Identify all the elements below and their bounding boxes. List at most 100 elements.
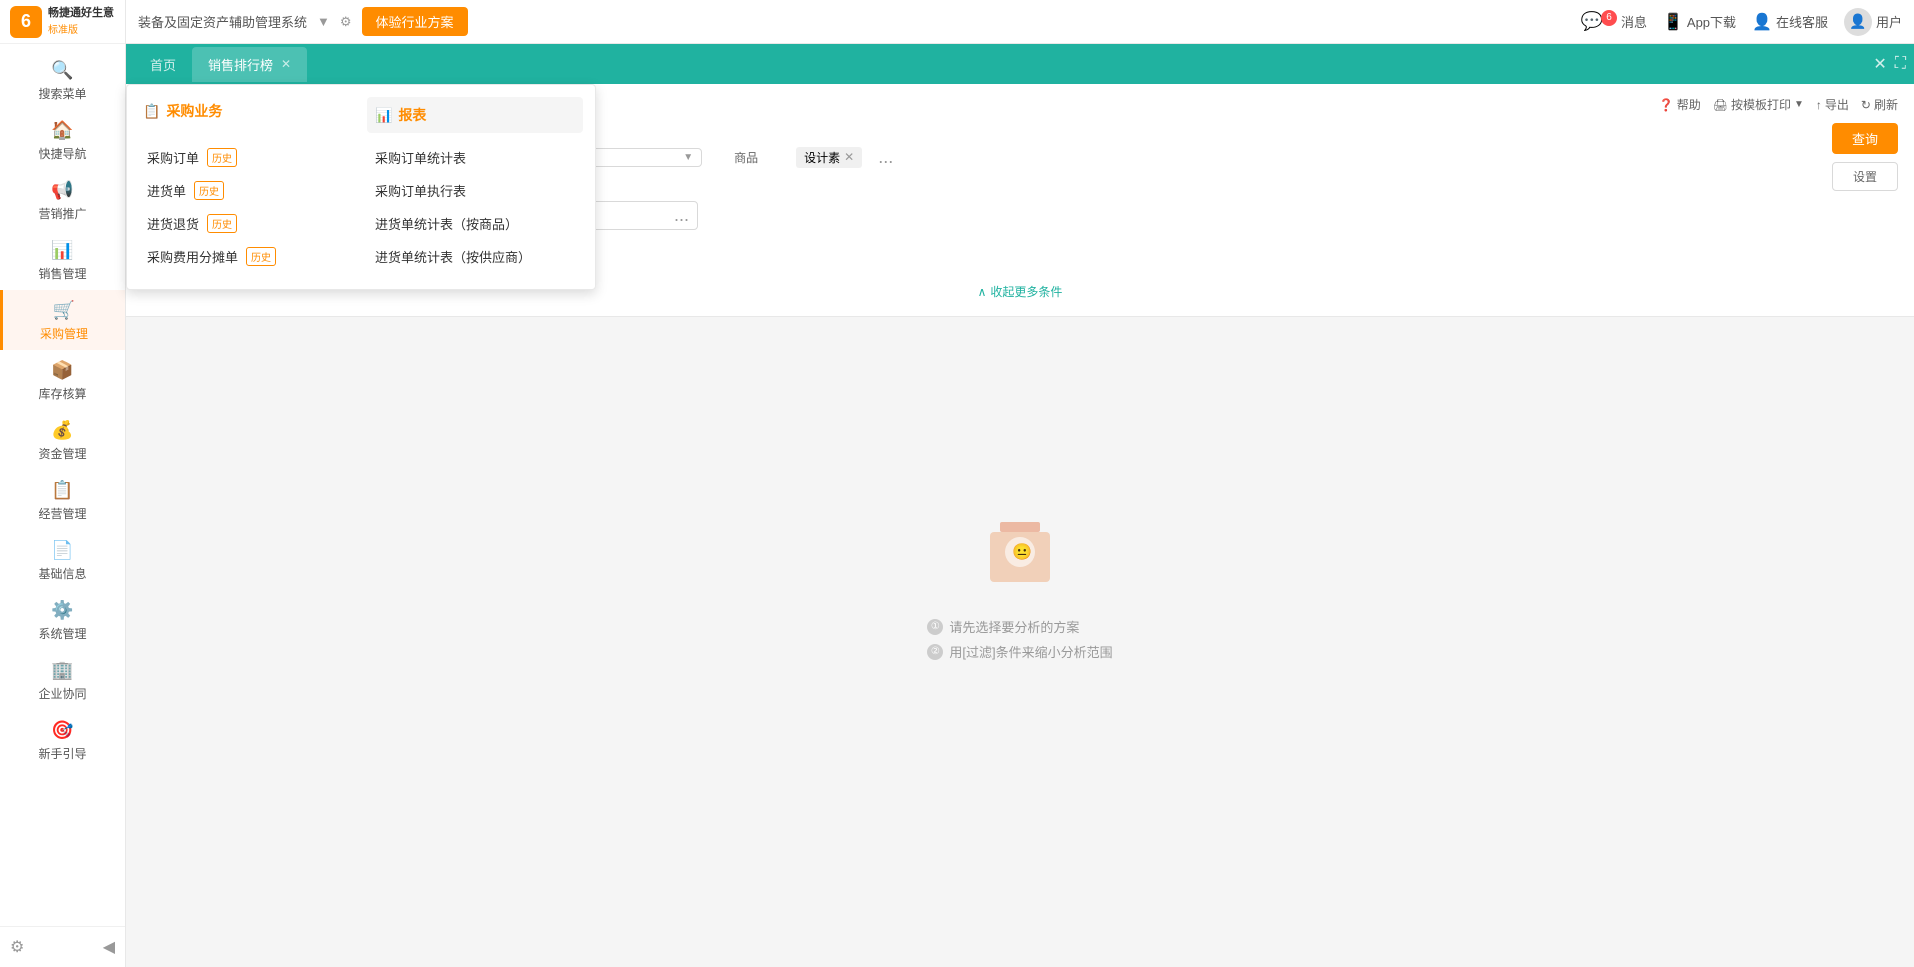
sidebar-item-purchase[interactable]: 🛒 采购管理 xyxy=(0,290,125,350)
refresh-icon: ↻ xyxy=(1861,98,1871,112)
online-service-item[interactable]: 👤 在线客服 xyxy=(1752,12,1828,32)
help-button[interactable]: ❓ 帮助 xyxy=(1659,96,1701,113)
sidebar-item-search[interactable]: 🔍 搜索菜单 xyxy=(0,50,125,110)
purchase-order-label: 采购订单 xyxy=(147,148,199,167)
menu-item-order-exec[interactable]: 采购订单执行表 xyxy=(371,174,579,207)
report-section-header: 📊 报表 xyxy=(367,97,583,133)
tab-close-btn[interactable]: ✕ xyxy=(1873,54,1886,74)
home-icon: 🏠 xyxy=(51,120,73,141)
logo-sub-text: 标准版 xyxy=(48,21,114,36)
print-button[interactable]: 🖨 按模板打印 ▼ xyxy=(1713,96,1804,113)
collapse-label: 收起更多条件 xyxy=(990,283,1062,300)
menu-item-incoming-stats-goods[interactable]: 进货单统计表（按商品） xyxy=(371,207,579,240)
empty-svg: 😐 xyxy=(970,502,1070,602)
basic-icon: 📄 xyxy=(51,540,73,561)
export-icon: ↑ xyxy=(1816,98,1822,112)
sidebar-item-basic[interactable]: 📄 基础信息 xyxy=(0,530,125,590)
notification-icon: 💬 xyxy=(1581,11,1603,32)
enterprise-icon: 🏢 xyxy=(51,660,73,681)
sidebar-label-newbie: 新手引导 xyxy=(38,745,86,762)
sidebar-label-enterprise: 企业协同 xyxy=(38,685,86,702)
sidebar-nav: 🔍 搜索菜单 🏠 快捷导航 📢 营销推广 📊 销售管理 🛒 采购管理 📦 库存核… xyxy=(0,44,125,926)
report-section-icon: 📊 xyxy=(375,107,392,124)
system-icon: ⚙️ xyxy=(51,600,73,621)
sidebar-item-enterprise[interactable]: 🏢 企业协同 xyxy=(0,650,125,710)
empty-state: 😐 ① 请先选择要分析的方案 ② 用[过滤]条件来缩小分析范围 xyxy=(126,317,1914,847)
settings-button[interactable]: 设置 xyxy=(1832,162,1898,191)
sidebar-settings-icon[interactable]: ⚙ xyxy=(10,937,24,957)
tab-close-icon[interactable]: ✕ xyxy=(281,57,291,71)
menu-item-purchase-order[interactable]: 采购订单 历史 xyxy=(143,141,351,174)
print-dropdown-icon: ▼ xyxy=(1794,99,1804,110)
order-stats-label: 采购订单统计表 xyxy=(375,148,466,167)
sidebar-label-search: 搜索菜单 xyxy=(38,85,86,102)
svg-text:😐: 😐 xyxy=(1012,543,1032,561)
logo-main-text: 畅捷通好生意 xyxy=(48,7,114,20)
tab-bar-right: ✕ ⛶ xyxy=(1873,54,1906,74)
topbar-settings-icon[interactable]: ⚙ xyxy=(340,14,352,30)
system-title: 装备及固定资产辅助管理系统 xyxy=(138,12,307,31)
notification-item[interactable]: 💬 6 消息 xyxy=(1581,11,1647,32)
tab-sales-rank[interactable]: 销售排行榜 ✕ xyxy=(192,47,307,82)
sidebar-label-quicknav: 快捷导航 xyxy=(38,145,86,162)
system-dropdown-icon[interactable]: ▼ xyxy=(317,14,330,29)
tab-sales-rank-label: 销售排行榜 xyxy=(208,55,273,74)
step2-num: ② xyxy=(927,644,943,660)
purchase-section-title: 采购业务 xyxy=(166,101,222,121)
menu-item-return[interactable]: 进货退货 历史 xyxy=(143,207,351,240)
export-button[interactable]: ↑ 导出 xyxy=(1816,96,1849,113)
menu-item-order-stats[interactable]: 采购订单统计表 xyxy=(371,141,579,174)
purchase-order-history: 历史 xyxy=(207,148,237,167)
logo-text: 畅捷通好生意 标准版 xyxy=(48,7,114,35)
empty-illustration: 😐 xyxy=(970,502,1070,605)
status-dropdown-icon: ▼ xyxy=(683,152,693,163)
logo-icon: 6 xyxy=(10,6,42,38)
sidebar-item-operations[interactable]: 📋 经营管理 xyxy=(0,470,125,530)
menu-item-incoming-stats-supplier[interactable]: 进货单统计表（按供应商） xyxy=(371,240,579,273)
menu-item-incoming[interactable]: 进货单 历史 xyxy=(143,174,351,207)
industry-button[interactable]: 体验行业方案 xyxy=(362,7,468,36)
newbie-icon: 🎯 xyxy=(51,720,73,741)
empty-step2: ② 用[过滤]条件来缩小分析范围 xyxy=(927,642,1112,661)
query-button[interactable]: 查询 xyxy=(1832,123,1898,154)
goods-more-icon[interactable]: ... xyxy=(878,147,893,168)
sidebar-item-marketing[interactable]: 📢 营销推广 xyxy=(0,170,125,230)
sidebar-item-inventory[interactable]: 📦 库存核算 xyxy=(0,350,125,410)
app-download-item[interactable]: 📱 App下载 xyxy=(1663,12,1736,32)
sidebar-item-finance[interactable]: 💰 资金管理 xyxy=(0,410,125,470)
incoming-stats-supplier-label: 进货单统计表（按供应商） xyxy=(375,247,531,266)
logo-area: 6 畅捷通好生意 标准版 xyxy=(0,0,125,44)
sidebar-label-system: 系统管理 xyxy=(38,625,86,642)
top-bar-left: 装备及固定资产辅助管理系统 ▼ ⚙ 体验行业方案 xyxy=(138,7,1581,36)
menu-item-cost[interactable]: 采购费用分摊单 历史 xyxy=(143,240,351,273)
search-icon: 🔍 xyxy=(51,60,73,81)
user-item[interactable]: 👤 用户 xyxy=(1844,8,1902,36)
purchase-section-header: 📋 采购业务 xyxy=(143,101,351,129)
return-label: 进货退货 xyxy=(147,214,199,233)
tab-maximize-btn[interactable]: ⛶ xyxy=(1895,55,1906,73)
sidebar-item-quicknav[interactable]: 🏠 快捷导航 xyxy=(0,110,125,170)
online-service-label: 在线客服 xyxy=(1776,12,1828,31)
sidebar-item-newbie[interactable]: 🎯 新手引导 xyxy=(0,710,125,770)
goods-tag-close[interactable]: ✕ xyxy=(844,150,854,164)
finance-icon: 💰 xyxy=(51,420,73,441)
step2-text: 用[过滤]条件来缩小分析范围 xyxy=(949,642,1112,661)
sidebar: 6 畅捷通好生意 标准版 🔍 搜索菜单 🏠 快捷导航 📢 营销推广 📊 销售管理… xyxy=(0,0,126,967)
sidebar-collapse-icon[interactable]: ◀ xyxy=(103,937,115,957)
cost-label: 采购费用分摊单 xyxy=(147,247,238,266)
sidebar-item-sales[interactable]: 📊 销售管理 xyxy=(0,230,125,290)
return-history: 历史 xyxy=(207,214,237,233)
goods-tag: 设计素 ✕ xyxy=(796,147,862,168)
sidebar-footer: ⚙ ◀ xyxy=(0,926,125,967)
sidebar-label-operations: 经营管理 xyxy=(38,505,86,522)
refresh-button[interactable]: ↻ 刷新 xyxy=(1861,96,1898,113)
goods-label: 商品 xyxy=(734,149,784,166)
notification-label: 消息 xyxy=(1621,12,1647,31)
incoming-stats-goods-label: 进货单统计表（按商品） xyxy=(375,214,518,233)
salesperson-more-icon[interactable]: ... xyxy=(674,205,689,226)
tab-home[interactable]: 首页 xyxy=(134,47,192,82)
purchase-dropdown-menu: 📋 采购业务 采购订单 历史 进货单 历史 进货退货 历史 采购费用分摊单 历史… xyxy=(126,84,596,290)
marketing-icon: 📢 xyxy=(51,180,73,201)
sales-icon: 📊 xyxy=(51,240,73,261)
sidebar-item-system[interactable]: ⚙️ 系统管理 xyxy=(0,590,125,650)
